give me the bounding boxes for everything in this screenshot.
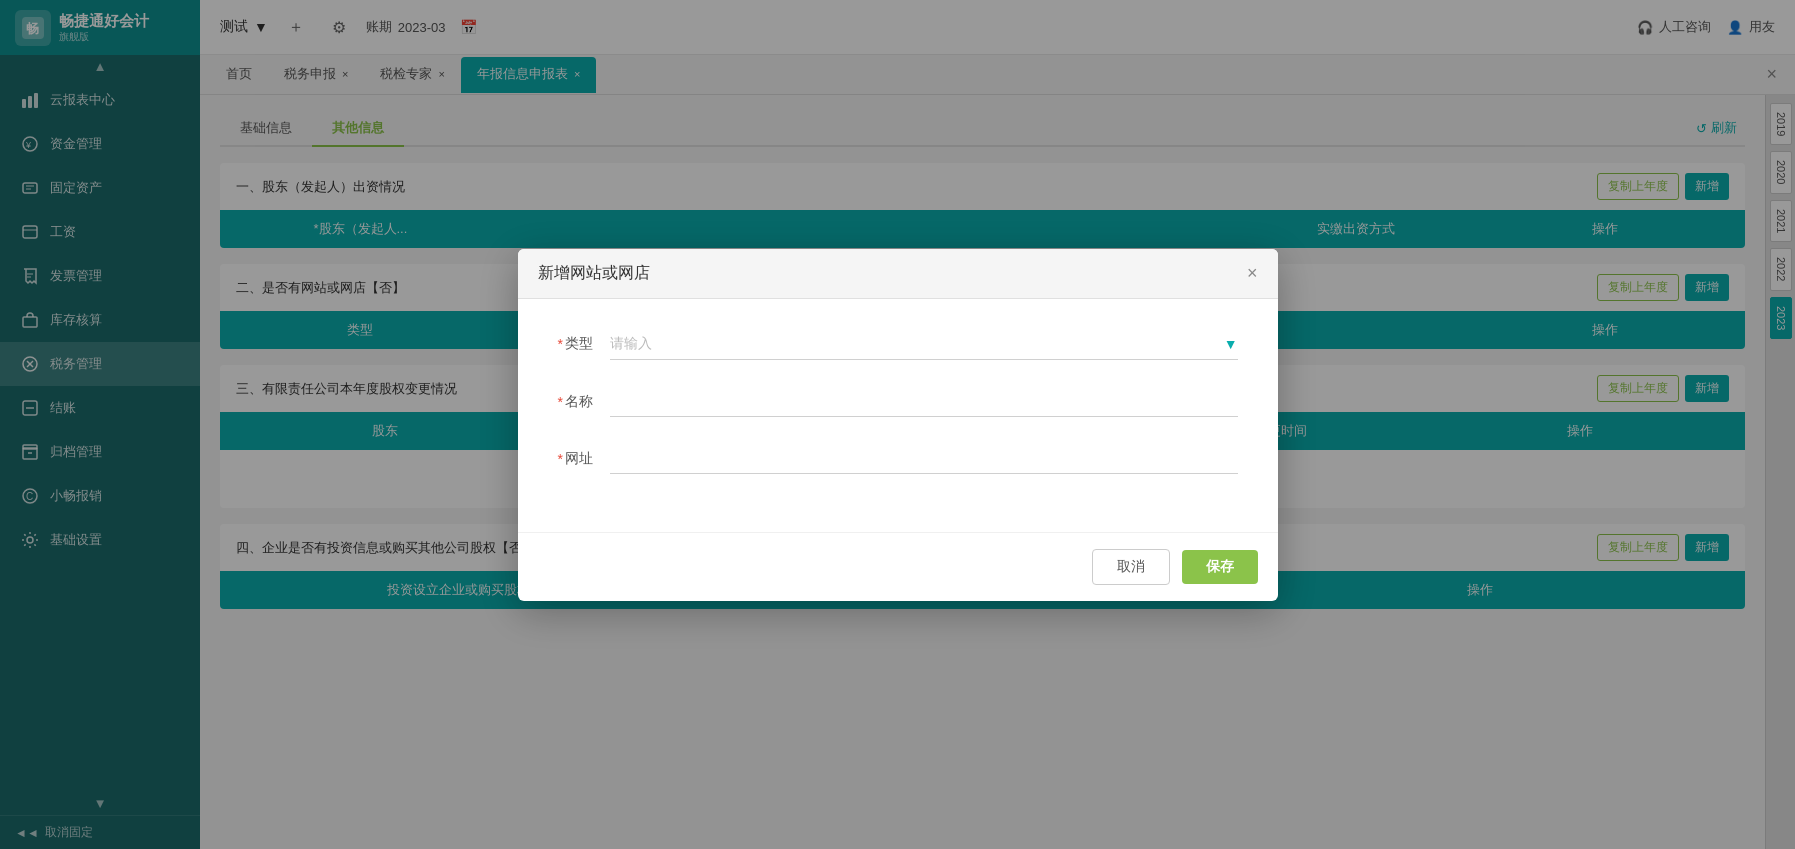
required-star-type: * [558,336,563,352]
modal-close-button[interactable]: × [1247,263,1258,284]
modal-overlay[interactable]: 新增网站或网店 × * 类型 请输入 ▼ * 名称 [0,0,1795,849]
modal-add-website: 新增网站或网店 × * 类型 请输入 ▼ * 名称 [518,249,1278,601]
form-label-type: * 类型 [558,335,598,353]
type-select[interactable]: 请输入 ▼ [610,329,1238,360]
form-row-name: * 名称 [558,388,1238,417]
dropdown-arrow-icon: ▼ [1224,336,1238,352]
form-row-url: * 网址 [558,445,1238,474]
name-input[interactable] [610,388,1238,417]
form-row-type: * 类型 请输入 ▼ [558,329,1238,360]
modal-footer: 取消 保存 [518,532,1278,601]
modal-header: 新增网站或网店 × [518,249,1278,299]
required-star-name: * [558,394,563,410]
required-star-url: * [558,451,563,467]
form-label-name: * 名称 [558,393,598,411]
url-input[interactable] [610,445,1238,474]
type-placeholder: 请输入 [610,335,652,353]
modal-title: 新增网站或网店 [538,263,650,284]
modal-body: * 类型 请输入 ▼ * 名称 * 网址 [518,299,1278,532]
cancel-button[interactable]: 取消 [1092,549,1170,585]
form-label-url: * 网址 [558,450,598,468]
save-button[interactable]: 保存 [1182,550,1258,584]
